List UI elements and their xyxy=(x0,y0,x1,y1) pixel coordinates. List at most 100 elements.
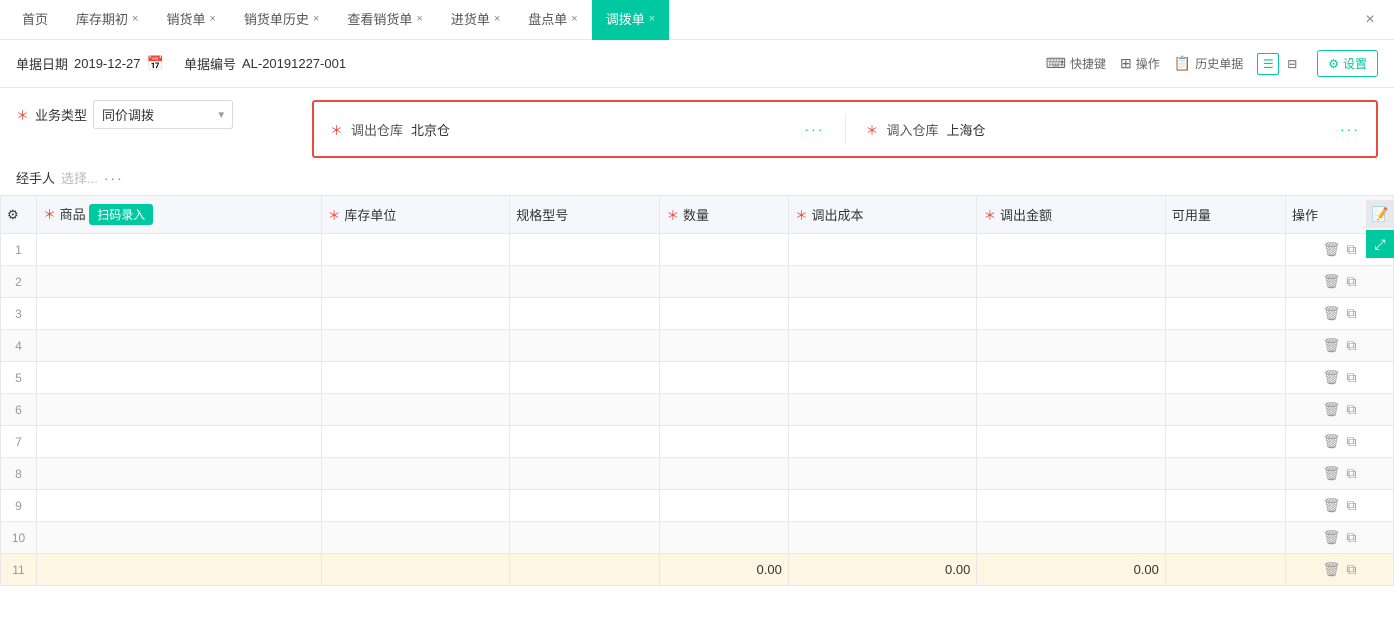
copy-icon-10[interactable]: ⧉ xyxy=(1346,529,1356,546)
copy-icon-7[interactable]: ⧉ xyxy=(1346,433,1356,450)
amount-cell-6[interactable] xyxy=(977,394,1166,426)
amount-cell-7[interactable] xyxy=(977,426,1166,458)
shortcuts-button[interactable]: ⌨ 快捷键 xyxy=(1046,55,1106,72)
cost-cell-2[interactable] xyxy=(788,266,977,298)
close-tab-stocktake[interactable]: × xyxy=(571,13,577,25)
copy-icon-4[interactable]: ⧉ xyxy=(1346,337,1356,354)
spec-cell-2[interactable] xyxy=(510,266,660,298)
unit-cell-10[interactable] xyxy=(321,522,510,554)
product-cell-11[interactable] xyxy=(37,554,322,586)
close-tab-purchase[interactable]: × xyxy=(494,13,500,25)
unit-cell-11[interactable] xyxy=(321,554,510,586)
delete-icon-11[interactable]: 🗑 xyxy=(1323,561,1341,578)
product-cell-6[interactable] xyxy=(37,394,322,426)
window-close-button[interactable]: × xyxy=(1354,4,1386,36)
header-settings[interactable]: ⚙ xyxy=(1,196,37,234)
amount-cell-1[interactable] xyxy=(977,234,1166,266)
unit-cell-2[interactable] xyxy=(321,266,510,298)
qty-cell-2[interactable] xyxy=(660,266,789,298)
close-tab-transfer[interactable]: × xyxy=(649,13,655,25)
copy-icon-6[interactable]: ⧉ xyxy=(1346,401,1356,418)
unit-cell-3[interactable] xyxy=(321,298,510,330)
spec-cell-9[interactable] xyxy=(510,490,660,522)
spec-cell-4[interactable] xyxy=(510,330,660,362)
tab-sales-history[interactable]: 销货单历史 × xyxy=(230,0,333,40)
tab-home[interactable]: 首页 xyxy=(8,0,62,40)
view-list-icon[interactable]: ☰ xyxy=(1257,53,1279,75)
product-cell-7[interactable] xyxy=(37,426,322,458)
cost-cell-9[interactable] xyxy=(788,490,977,522)
qty-cell-5[interactable] xyxy=(660,362,789,394)
view-grid-icon[interactable]: ⊟ xyxy=(1281,53,1303,75)
qty-cell-8[interactable] xyxy=(660,458,789,490)
product-cell-4[interactable] xyxy=(37,330,322,362)
delete-icon-7[interactable]: 🗑 xyxy=(1323,433,1341,450)
qty-cell-7[interactable] xyxy=(660,426,789,458)
delete-icon-3[interactable]: 🗑 xyxy=(1323,305,1341,322)
cost-cell-10[interactable] xyxy=(788,522,977,554)
tab-transfer[interactable]: 调拨单 × xyxy=(592,0,669,40)
biz-type-select[interactable]: 同价调拨 ▾ xyxy=(93,100,233,129)
close-tab-inventory-init[interactable]: × xyxy=(132,13,138,25)
spec-cell-5[interactable] xyxy=(510,362,660,394)
close-tab-view-sales[interactable]: × xyxy=(416,13,422,25)
cost-cell-1[interactable] xyxy=(788,234,977,266)
amount-cell-4[interactable] xyxy=(977,330,1166,362)
delete-icon-4[interactable]: 🗑 xyxy=(1323,337,1341,354)
settings-button[interactable]: ⚙ 设置 xyxy=(1317,50,1378,77)
cost-cell-5[interactable] xyxy=(788,362,977,394)
unit-cell-8[interactable] xyxy=(321,458,510,490)
copy-icon-3[interactable]: ⧉ xyxy=(1346,305,1356,322)
cost-cell-3[interactable] xyxy=(788,298,977,330)
unit-cell-9[interactable] xyxy=(321,490,510,522)
qty-cell-6[interactable] xyxy=(660,394,789,426)
copy-icon-5[interactable]: ⧉ xyxy=(1346,369,1356,386)
close-tab-sales[interactable]: × xyxy=(209,13,215,25)
tab-view-sales[interactable]: 查看销货单 × xyxy=(333,0,436,40)
spec-cell-3[interactable] xyxy=(510,298,660,330)
spec-cell-6[interactable] xyxy=(510,394,660,426)
handler-more-button[interactable]: ··· xyxy=(104,170,124,186)
spec-cell-11[interactable] xyxy=(510,554,660,586)
product-cell-9[interactable] xyxy=(37,490,322,522)
copy-icon-9[interactable]: ⧉ xyxy=(1346,497,1356,514)
spec-cell-7[interactable] xyxy=(510,426,660,458)
unit-cell-4[interactable] xyxy=(321,330,510,362)
spec-cell-10[interactable] xyxy=(510,522,660,554)
handler-select[interactable]: 选择... xyxy=(61,168,98,187)
spec-cell-1[interactable] xyxy=(510,234,660,266)
tab-stocktake[interactable]: 盘点单 × xyxy=(514,0,591,40)
product-cell-10[interactable] xyxy=(37,522,322,554)
delete-icon-10[interactable]: 🗑 xyxy=(1323,529,1341,546)
cost-cell-4[interactable] xyxy=(788,330,977,362)
delete-icon-6[interactable]: 🗑 xyxy=(1323,401,1341,418)
delete-icon-1[interactable]: 🗑 xyxy=(1323,241,1341,258)
tab-sales-order[interactable]: 销货单 × xyxy=(152,0,229,40)
product-cell-3[interactable] xyxy=(37,298,322,330)
tab-inventory-init[interactable]: 库存期初 × xyxy=(62,0,152,40)
delete-icon-9[interactable]: 🗑 xyxy=(1323,497,1341,514)
delete-icon-5[interactable]: 🗑 xyxy=(1323,369,1341,386)
copy-icon-8[interactable]: ⧉ xyxy=(1346,465,1356,482)
unit-cell-7[interactable] xyxy=(321,426,510,458)
unit-cell-1[interactable] xyxy=(321,234,510,266)
qty-cell-3[interactable] xyxy=(660,298,789,330)
amount-cell-3[interactable] xyxy=(977,298,1166,330)
amount-cell-10[interactable] xyxy=(977,522,1166,554)
cost-cell-8[interactable] xyxy=(788,458,977,490)
spec-cell-8[interactable] xyxy=(510,458,660,490)
copy-icon-11[interactable]: ⧉ xyxy=(1346,561,1356,578)
amount-cell-8[interactable] xyxy=(977,458,1166,490)
calendar-icon[interactable]: 📅 xyxy=(147,55,164,72)
qty-cell-1[interactable] xyxy=(660,234,789,266)
product-cell-1[interactable] xyxy=(37,234,322,266)
operations-button[interactable]: ⊞ 操作 xyxy=(1120,55,1160,72)
copy-icon-1[interactable]: ⧉ xyxy=(1346,241,1356,258)
scan-button[interactable]: 扫码录入 xyxy=(89,204,153,225)
amount-cell-9[interactable] xyxy=(977,490,1166,522)
qty-cell-9[interactable] xyxy=(660,490,789,522)
amount-cell-2[interactable] xyxy=(977,266,1166,298)
cost-cell-6[interactable] xyxy=(788,394,977,426)
history-button[interactable]: 📋 历史单据 xyxy=(1174,55,1243,72)
product-cell-5[interactable] xyxy=(37,362,322,394)
